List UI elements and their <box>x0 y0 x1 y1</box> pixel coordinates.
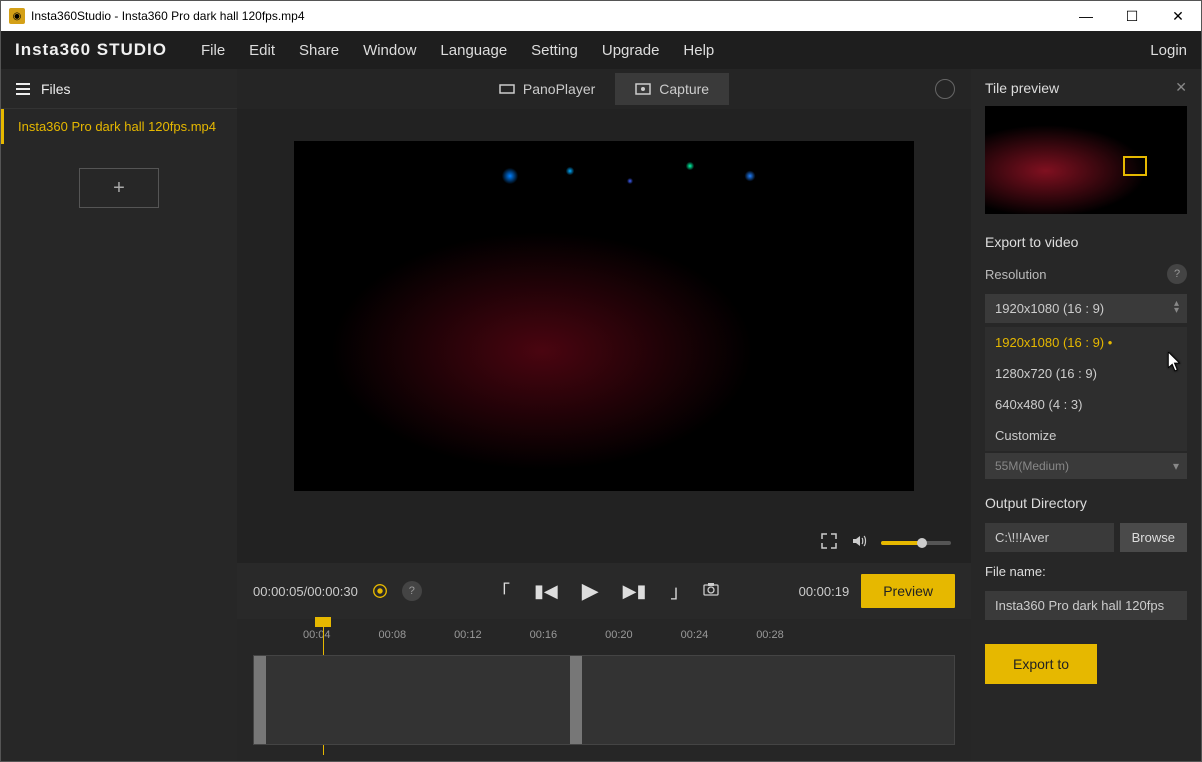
mark-out-button[interactable]: ｣ <box>670 578 679 604</box>
close-button[interactable]: ✕ <box>1155 1 1201 31</box>
export-button[interactable]: Export to <box>985 644 1097 684</box>
output-dir-input[interactable] <box>985 523 1114 552</box>
volume-icon[interactable] <box>851 533 867 554</box>
video-preview[interactable] <box>237 109 971 523</box>
resolution-help-icon[interactable]: ? <box>1167 264 1187 284</box>
list-icon <box>15 81 31 97</box>
capture-icon <box>635 81 651 97</box>
export-section-label: Export to video <box>971 226 1201 258</box>
timeline[interactable]: 00:04 00:08 00:12 00:16 00:20 00:24 00:2… <box>237 619 971 761</box>
snapshot-button[interactable] <box>703 581 719 602</box>
file-item[interactable]: Insta360 Pro dark hall 120fps.mp4 <box>1 109 237 144</box>
prev-frame-button[interactable]: ▮◀ <box>534 581 558 602</box>
menu-edit[interactable]: Edit <box>249 42 275 59</box>
proxy-icon[interactable] <box>935 79 955 99</box>
help-icon[interactable]: ? <box>402 581 422 601</box>
menu-help[interactable]: Help <box>683 42 714 59</box>
maximize-button[interactable]: ☐ <box>1109 1 1155 31</box>
sidebar-header: Files <box>1 69 237 109</box>
time-display: 00:00:05/00:00:30 <box>253 584 358 599</box>
next-frame-button[interactable]: ▶▮ <box>623 581 647 602</box>
close-panel-icon[interactable]: ✕ <box>1175 79 1187 96</box>
resolution-option-480[interactable]: 640x480 (4 : 3) <box>985 389 1187 420</box>
keyframe-icon[interactable] <box>370 581 390 601</box>
minimize-button[interactable]: — <box>1063 1 1109 31</box>
resolution-label: Resolution <box>985 267 1046 282</box>
timeline-track[interactable] <box>253 655 955 745</box>
tile-preview-label: Tile preview <box>985 80 1059 96</box>
sidebar-header-label: Files <box>41 81 71 97</box>
bitrate-select[interactable]: 55M(Medium) <box>985 453 1187 479</box>
play-button[interactable]: ▶ <box>582 578 599 604</box>
menubar: Insta360 STUDIO File Edit Share Window L… <box>1 31 1201 69</box>
transport-bar: 00:00:05/00:00:30 ? ｢ ▮◀ ▶ ▶▮ ｣ 00:00:19… <box>237 563 971 619</box>
resolution-dropdown: 1920x1080 (16 : 9) 1280x720 (16 : 9) 640… <box>985 327 1187 451</box>
preview-button[interactable]: Preview <box>861 574 955 608</box>
right-panel: Tile preview ✕ Export to video Resolutio… <box>971 69 1201 761</box>
capture-tab[interactable]: Capture <box>615 73 729 105</box>
mark-in-button[interactable]: ｢ <box>501 578 510 604</box>
sidebar: Files Insta360 Pro dark hall 120fps.mp4 … <box>1 69 237 761</box>
window-title: Insta360Studio - Insta360 Pro dark hall … <box>31 9 1063 23</box>
menu-share[interactable]: Share <box>299 42 339 59</box>
filename-label: File name: <box>971 556 1201 587</box>
video-controls <box>237 523 971 563</box>
menu-window[interactable]: Window <box>363 42 416 59</box>
resolution-option-1080[interactable]: 1920x1080 (16 : 9) <box>985 327 1187 358</box>
output-dir-label: Output Directory <box>971 481 1201 519</box>
menu-upgrade[interactable]: Upgrade <box>602 42 660 59</box>
add-file-button[interactable]: + <box>79 168 159 208</box>
resolution-option-720[interactable]: 1280x720 (16 : 9) <box>985 358 1187 389</box>
pano-icon <box>499 81 515 97</box>
menu-language[interactable]: Language <box>440 42 507 59</box>
tile-viewport-rect[interactable] <box>1123 156 1147 176</box>
volume-slider[interactable] <box>881 541 951 545</box>
login-button[interactable]: Login <box>1150 42 1187 59</box>
time-ruler: 00:04 00:08 00:12 00:16 00:20 00:24 00:2… <box>253 629 955 651</box>
menu-setting[interactable]: Setting <box>531 42 578 59</box>
mode-toggle: PanoPlayer Capture <box>237 69 971 109</box>
select-arrows-icon: ▴▾ <box>1174 300 1179 314</box>
titlebar: ◉ Insta360Studio - Insta360 Pro dark hal… <box>1 1 1201 31</box>
resolution-option-custom[interactable]: Customize <box>985 420 1187 451</box>
app-icon: ◉ <box>9 8 25 24</box>
browse-button[interactable]: Browse <box>1120 523 1187 552</box>
filename-input[interactable] <box>985 591 1187 620</box>
panoplayer-tab[interactable]: PanoPlayer <box>479 73 615 105</box>
tile-preview-thumbnail[interactable] <box>985 106 1187 214</box>
menu-file[interactable]: File <box>201 42 225 59</box>
fullscreen-icon[interactable] <box>821 533 837 554</box>
brand-logo: Insta360 STUDIO <box>15 40 167 60</box>
right-time-display: 00:00:19 <box>799 584 850 599</box>
resolution-select[interactable]: 1920x1080 (16 : 9) ▴▾ <box>985 294 1187 323</box>
